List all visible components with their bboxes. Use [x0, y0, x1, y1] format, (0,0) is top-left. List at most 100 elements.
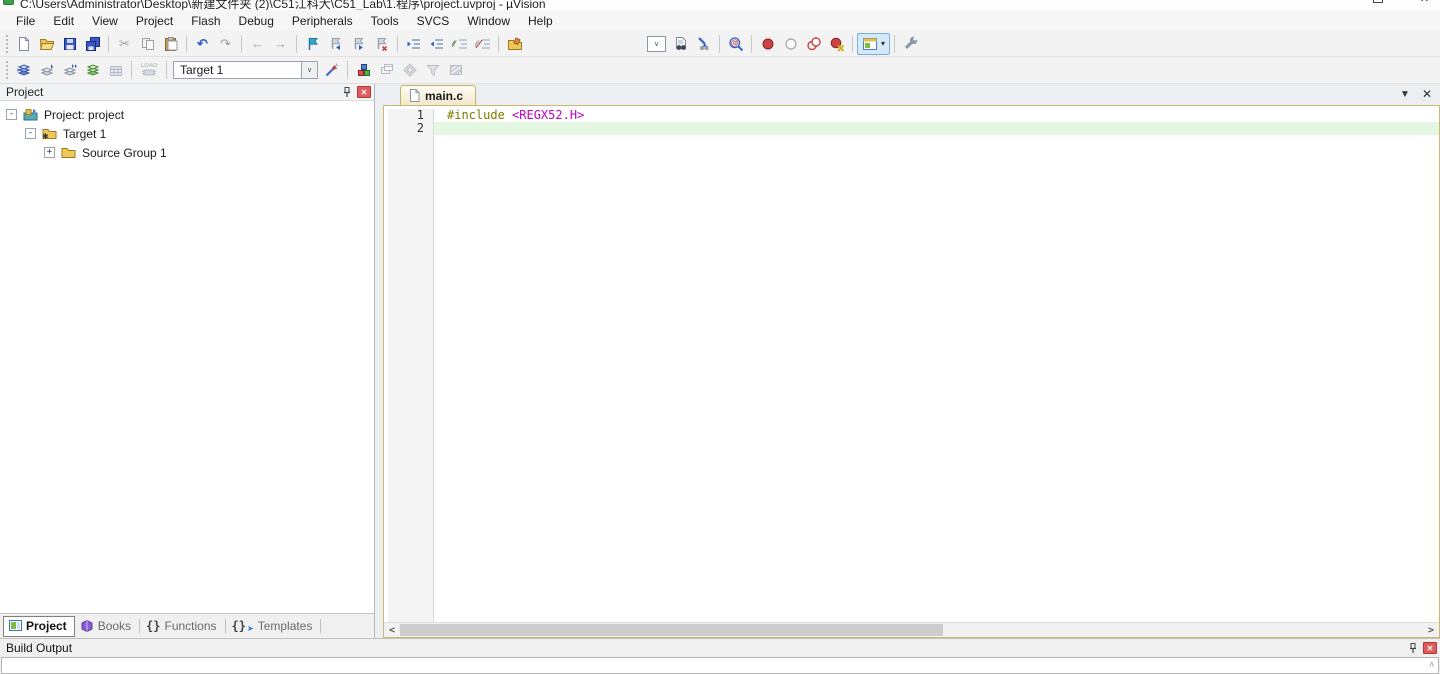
panel-tab-bar: Project Books {} Functions {} ➤ Templates [0, 613, 374, 638]
close-build-output-button[interactable]: ✕ [1423, 642, 1437, 654]
build-output-content[interactable]: ∧ [1, 657, 1439, 674]
project-panel-title: Project [6, 85, 44, 99]
unindent-button[interactable] [425, 33, 448, 55]
pin-panel-button[interactable] [340, 86, 354, 99]
scroll-right-button[interactable]: > [1423, 623, 1439, 637]
scrollbar-thumb[interactable] [400, 624, 943, 636]
menu-debug[interactable]: Debug [230, 12, 283, 30]
menu-svcs[interactable]: SVCS [408, 12, 459, 30]
toolbar-separator [751, 34, 752, 53]
menu-window[interactable]: Window [458, 12, 519, 30]
expand-toggle[interactable]: + [44, 147, 55, 158]
folder-edit-button[interactable] [503, 33, 526, 55]
build-button[interactable] [35, 59, 58, 81]
find-button[interactable]: @ [724, 33, 747, 55]
document-tab-label: main.c [425, 88, 464, 103]
toolbar-separator [186, 34, 187, 53]
scroll-up-icon[interactable]: ∧ [1428, 659, 1435, 670]
next-bookmark-icon [354, 37, 364, 50]
options-for-target-button[interactable] [320, 59, 343, 81]
toolbar-separator [894, 34, 896, 53]
menu-help[interactable]: Help [519, 12, 562, 30]
pin-panel-button[interactable] [1406, 642, 1420, 655]
toolbar-grip[interactable] [4, 61, 10, 79]
code-text[interactable]: #include <REGX52.H> [434, 109, 1439, 122]
toolbar-grip[interactable] [4, 34, 10, 53]
menu-view[interactable]: View [83, 12, 127, 30]
tree-item-label: Target 1 [63, 126, 107, 141]
debug-windows-button[interactable]: ▾ [857, 32, 891, 55]
breakpoint-margin[interactable] [384, 106, 388, 622]
tab-books[interactable]: Books [75, 616, 138, 637]
code-editor[interactable]: 1 #include <REGX52.H> 2 [384, 106, 1439, 622]
next-bookmark-button[interactable] [347, 33, 370, 55]
tab-list-dropdown-button[interactable]: ▼ [1400, 89, 1410, 100]
toolbar-separator [108, 34, 109, 53]
clear-bookmarks-button[interactable] [370, 33, 393, 55]
folder-edit-icon [507, 36, 522, 50]
menu-flash[interactable]: Flash [182, 12, 229, 30]
new-file-button[interactable] [12, 33, 35, 55]
kill-all-breakpoints-button[interactable] [825, 33, 848, 55]
collapse-toggle[interactable]: - [25, 128, 36, 139]
tab-project[interactable]: Project [3, 615, 75, 637]
tab-templates[interactable]: {} ➤ Templates [227, 616, 320, 637]
close-window-button[interactable]: ✕ [1419, 0, 1430, 5]
prev-bookmark-button[interactable] [324, 33, 347, 55]
comment-button[interactable]: ⁄⁄ [448, 33, 471, 55]
save-button[interactable] [58, 33, 81, 55]
tree-item-target[interactable]: - ✱ Target 1 [0, 124, 374, 143]
pin-icon [1410, 643, 1416, 653]
tree-item-source-group[interactable]: + Source Group 1 [0, 143, 374, 162]
funnel-icon [425, 65, 440, 77]
paste-button[interactable] [159, 33, 182, 55]
breakpoint-hollow-icon [784, 37, 797, 50]
copy-button[interactable] [136, 33, 159, 55]
tab-functions[interactable]: {} Functions [141, 616, 223, 637]
tab-main-c[interactable]: main.c [400, 85, 477, 105]
scroll-left-button[interactable]: < [384, 623, 400, 637]
enable-disable-breakpoint-button[interactable] [779, 33, 802, 55]
translate-button[interactable] [12, 59, 35, 81]
restore-window-button[interactable] [1373, 0, 1383, 3]
project-panel: Project ✕ - Project: project - ✱ Target … [0, 84, 375, 638]
tree-item-project[interactable]: - Project: project [0, 105, 374, 124]
navigate-back-button[interactable]: ← [246, 33, 269, 55]
rebuild-button[interactable] [58, 59, 81, 81]
menu-file[interactable]: File [7, 12, 44, 30]
code-line-2[interactable]: 2 [384, 122, 1439, 135]
code-text[interactable] [434, 122, 1439, 135]
target-folder-icon: ✱ [41, 126, 58, 141]
batch-build-button[interactable] [81, 59, 104, 81]
navigate-forward-button[interactable]: → [269, 33, 292, 55]
window-title: C:\Users\Administrator\Desktop\新建文件夹 (2)… [20, 0, 546, 10]
toggle-breakpoint-button[interactable] [756, 33, 779, 55]
redo-button[interactable]: ↷ [214, 33, 237, 55]
menu-project[interactable]: Project [127, 12, 182, 30]
undo-button[interactable]: ↶ [191, 33, 214, 55]
code-line-1[interactable]: 1 #include <REGX52.H> [384, 109, 1439, 122]
open-file-button[interactable] [35, 33, 58, 55]
toolbar-separator [498, 34, 499, 53]
close-project-panel-button[interactable]: ✕ [357, 86, 371, 98]
menu-edit[interactable]: Edit [44, 12, 83, 30]
menu-tools[interactable]: Tools [362, 12, 408, 30]
menu-peripherals[interactable]: Peripherals [283, 12, 362, 30]
disable-all-breakpoints-button[interactable] [802, 33, 825, 55]
indent-button[interactable] [402, 33, 425, 55]
toggle-bookmark-button[interactable] [301, 33, 324, 55]
find-in-files-button[interactable] [669, 33, 692, 55]
close-document-button[interactable]: ✕ [1422, 87, 1432, 101]
save-all-button[interactable] [81, 33, 104, 55]
target-select-combobox[interactable]: Target 1 ∨ [173, 61, 318, 79]
cut-button[interactable]: ✂ [113, 33, 136, 55]
incremental-find-button[interactable] [692, 33, 715, 55]
find-text-combobox[interactable]: ∨ [647, 35, 666, 52]
horizontal-scrollbar[interactable]: < > [384, 622, 1439, 637]
uncomment-button[interactable]: ⁄⁄ [471, 33, 494, 55]
configuration-button[interactable] [899, 33, 922, 55]
tab-separator [224, 619, 226, 633]
collapse-toggle[interactable]: - [6, 109, 17, 120]
manage-rte-button[interactable] [352, 59, 375, 81]
target-select-dropdown-button[interactable]: ∨ [301, 61, 318, 79]
